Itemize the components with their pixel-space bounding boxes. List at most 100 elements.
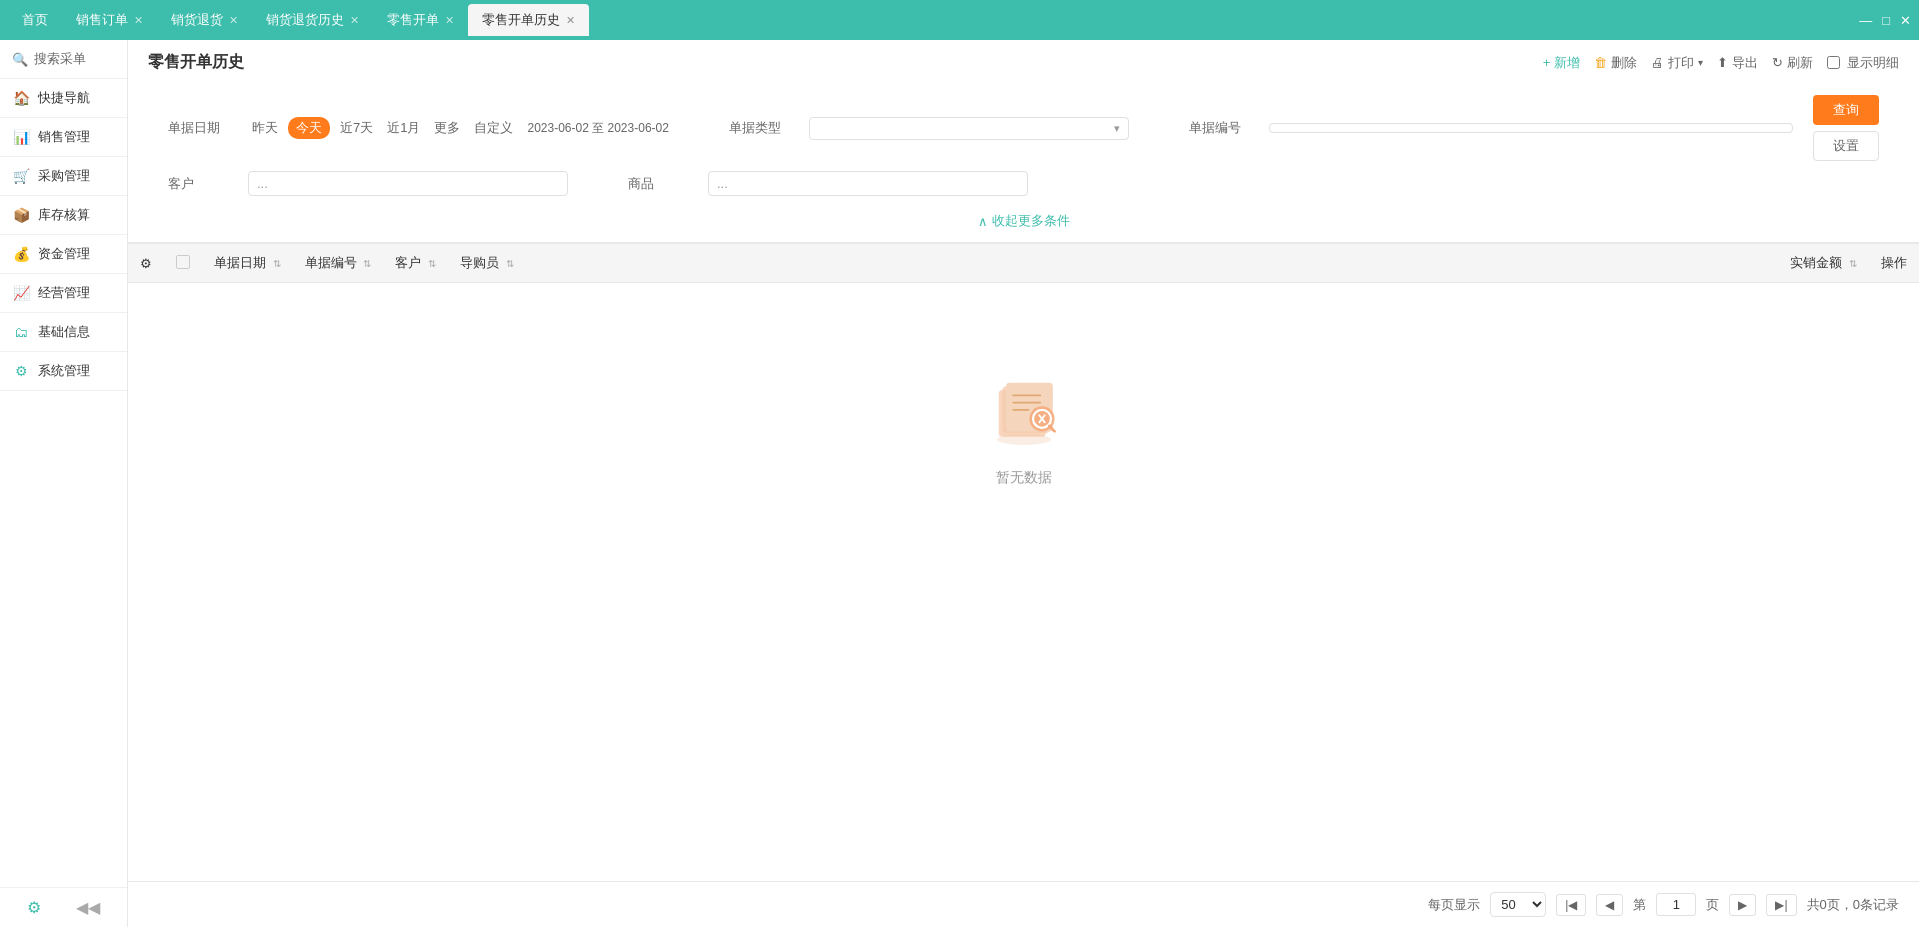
- date-range: 2023-06-02 至 2023-06-02: [527, 120, 668, 137]
- table-body: 暂无数据: [128, 283, 1919, 528]
- number-input[interactable]: [1269, 123, 1793, 133]
- finance-icon: 💰: [12, 245, 30, 263]
- type-filter-label: 单据类型: [729, 119, 789, 137]
- th-date[interactable]: 单据日期 ⇅: [202, 244, 293, 283]
- setting-button[interactable]: 设置: [1813, 131, 1879, 161]
- chevron-down-icon: ▾: [1114, 122, 1120, 135]
- th-checkbox[interactable]: [164, 244, 202, 283]
- date-opt-yesterday[interactable]: 昨天: [248, 118, 282, 138]
- customer-filter-label: 客户: [168, 175, 228, 193]
- tab-retail-order-history[interactable]: 零售开单历史 ✕: [468, 4, 589, 36]
- sidebar-item-label: 快捷导航: [38, 89, 90, 107]
- sidebar-item-finance[interactable]: 💰 资金管理: [0, 235, 127, 274]
- close-window-btn[interactable]: ✕: [1900, 13, 1911, 28]
- close-icon[interactable]: ✕: [566, 14, 575, 27]
- sort-arrows-amount: ⇅: [1849, 258, 1857, 269]
- gear-icon[interactable]: ⚙: [140, 256, 152, 271]
- last-page-btn[interactable]: ▶|: [1766, 894, 1796, 916]
- sidebar-item-label: 经营管理: [38, 284, 90, 302]
- empty-state-cell: 暂无数据: [128, 283, 1919, 528]
- sidebar-item-operation[interactable]: 📈 经营管理: [0, 274, 127, 313]
- purchase-icon: 🛒: [12, 167, 30, 185]
- sidebar-item-inventory[interactable]: 📦 库存核算: [0, 196, 127, 235]
- sidebar-item-label: 采购管理: [38, 167, 90, 185]
- collapse-button[interactable]: ∧ 收起更多条件: [978, 212, 1070, 230]
- date-opt-custom[interactable]: 自定义: [470, 118, 517, 138]
- sort-arrows-date: ⇅: [273, 258, 281, 269]
- sidebar-search[interactable]: 🔍 搜索采单: [0, 40, 127, 79]
- sidebar-item-label: 库存核算: [38, 206, 90, 224]
- print-button[interactable]: 🖨 打印 ▾: [1651, 54, 1703, 72]
- goods-filter-label: 商品: [628, 175, 688, 193]
- customer-input[interactable]: ...: [248, 171, 568, 196]
- sidebar-item-basic-info[interactable]: 🗂 基础信息: [0, 313, 127, 352]
- sidebar-item-quick-nav[interactable]: 🏠 快捷导航: [0, 79, 127, 118]
- print-dropdown-icon: ▾: [1698, 57, 1703, 68]
- minimize-btn[interactable]: —: [1859, 13, 1872, 28]
- refresh-button[interactable]: ↻ 刷新: [1772, 54, 1813, 72]
- page-header: 零售开单历史 + 新增 🗑 🗑 删除 删除 🖨 打印 ▾ ⬆: [128, 40, 1919, 243]
- date-opt-7days[interactable]: 近7天: [336, 118, 377, 138]
- quick-nav-icon: 🏠: [12, 89, 30, 107]
- empty-state-row: 暂无数据: [128, 283, 1919, 528]
- empty-state-icon: [979, 363, 1069, 453]
- th-gear[interactable]: ⚙: [128, 244, 164, 283]
- type-select[interactable]: ▾: [809, 117, 1129, 140]
- tab-sales-return[interactable]: 销货退货 ✕: [157, 4, 252, 36]
- system-icon: ⚙: [12, 362, 30, 380]
- export-button[interactable]: ⬆ 导出: [1717, 54, 1758, 72]
- page-suffix-label: 页: [1706, 896, 1719, 914]
- display-detail-checkbox[interactable]: 显示明细: [1827, 54, 1899, 72]
- query-button[interactable]: 查询: [1813, 95, 1879, 125]
- settings-icon[interactable]: ⚙: [27, 898, 41, 917]
- data-table: ⚙ 单据日期 ⇅ 单据编号 ⇅: [128, 244, 1919, 527]
- th-guide[interactable]: 导购员 ⇅: [448, 244, 526, 283]
- goods-input[interactable]: ...: [708, 171, 1028, 196]
- sidebar-bottom: ⚙ ◀◀: [0, 887, 127, 927]
- close-icon[interactable]: ✕: [445, 14, 454, 27]
- next-page-btn[interactable]: ▶: [1729, 894, 1756, 916]
- display-detail-input[interactable]: [1827, 56, 1840, 69]
- filter-area: 单据日期 昨天 今天 近7天 近1月 更多 自定义 2023-06-02 至 2…: [148, 85, 1899, 242]
- th-action: 操作: [1869, 244, 1919, 283]
- th-number[interactable]: 单据编号 ⇅: [293, 244, 384, 283]
- basic-info-icon: 🗂: [12, 323, 30, 341]
- pagination-bar: 每页显示 50 100 200 |◀ ◀ 第 1 页 ▶ ▶| 共0页，0条记录: [128, 881, 1919, 927]
- date-opt-1month[interactable]: 近1月: [383, 118, 424, 138]
- close-icon[interactable]: ✕: [134, 14, 143, 27]
- empty-state: 暂无数据: [128, 283, 1919, 527]
- collapse-row: ∧ 收起更多条件: [168, 206, 1879, 232]
- sidebar-item-sales[interactable]: 📊 销售管理: [0, 118, 127, 157]
- select-all-checkbox[interactable]: [176, 255, 190, 269]
- sidebar-item-system[interactable]: ⚙ 系统管理: [0, 352, 127, 391]
- date-opt-today[interactable]: 今天: [288, 117, 330, 139]
- sidebar-item-label: 销售管理: [38, 128, 90, 146]
- table-header-row: ⚙ 单据日期 ⇅ 单据编号 ⇅: [128, 244, 1919, 283]
- collapse-sidebar-icon[interactable]: ◀◀: [76, 898, 100, 917]
- tab-retail-order[interactable]: 零售开单 ✕: [373, 4, 468, 36]
- action-buttons: 查询 设置: [1813, 95, 1879, 161]
- sidebar-item-purchase[interactable]: 🛒 采购管理: [0, 157, 127, 196]
- number-filter-label: 单据编号: [1189, 119, 1249, 137]
- sidebar: 🔍 搜索采单 🏠 快捷导航 📊 销售管理 🛒 采购管理 📦 库存核算 💰 资金管…: [0, 40, 128, 927]
- th-spacer: [526, 244, 1779, 283]
- th-customer[interactable]: 客户 ⇅: [383, 244, 448, 283]
- first-page-btn[interactable]: |◀: [1556, 894, 1586, 916]
- search-icon: 🔍: [12, 52, 28, 67]
- add-button[interactable]: + 新增: [1543, 54, 1580, 72]
- page-number-input[interactable]: 1: [1656, 893, 1696, 916]
- tab-home[interactable]: 首页: [8, 4, 62, 36]
- close-icon[interactable]: ✕: [350, 14, 359, 27]
- tab-sales-order[interactable]: 销售订单 ✕: [62, 4, 157, 36]
- delete-button[interactable]: 🗑 🗑 删除 删除: [1594, 54, 1637, 72]
- goods-placeholder: ...: [717, 176, 728, 191]
- tab-sales-return-history[interactable]: 销货退货历史 ✕: [252, 4, 373, 36]
- th-amount[interactable]: 实销金额 ⇅: [1778, 244, 1869, 283]
- per-page-select[interactable]: 50 100 200: [1490, 892, 1546, 917]
- date-opt-more[interactable]: 更多: [430, 118, 464, 138]
- sidebar-item-label: 资金管理: [38, 245, 90, 263]
- maximize-btn[interactable]: □: [1882, 13, 1890, 28]
- prev-page-btn[interactable]: ◀: [1596, 894, 1623, 916]
- date-filter-label: 单据日期: [168, 119, 228, 137]
- close-icon[interactable]: ✕: [229, 14, 238, 27]
